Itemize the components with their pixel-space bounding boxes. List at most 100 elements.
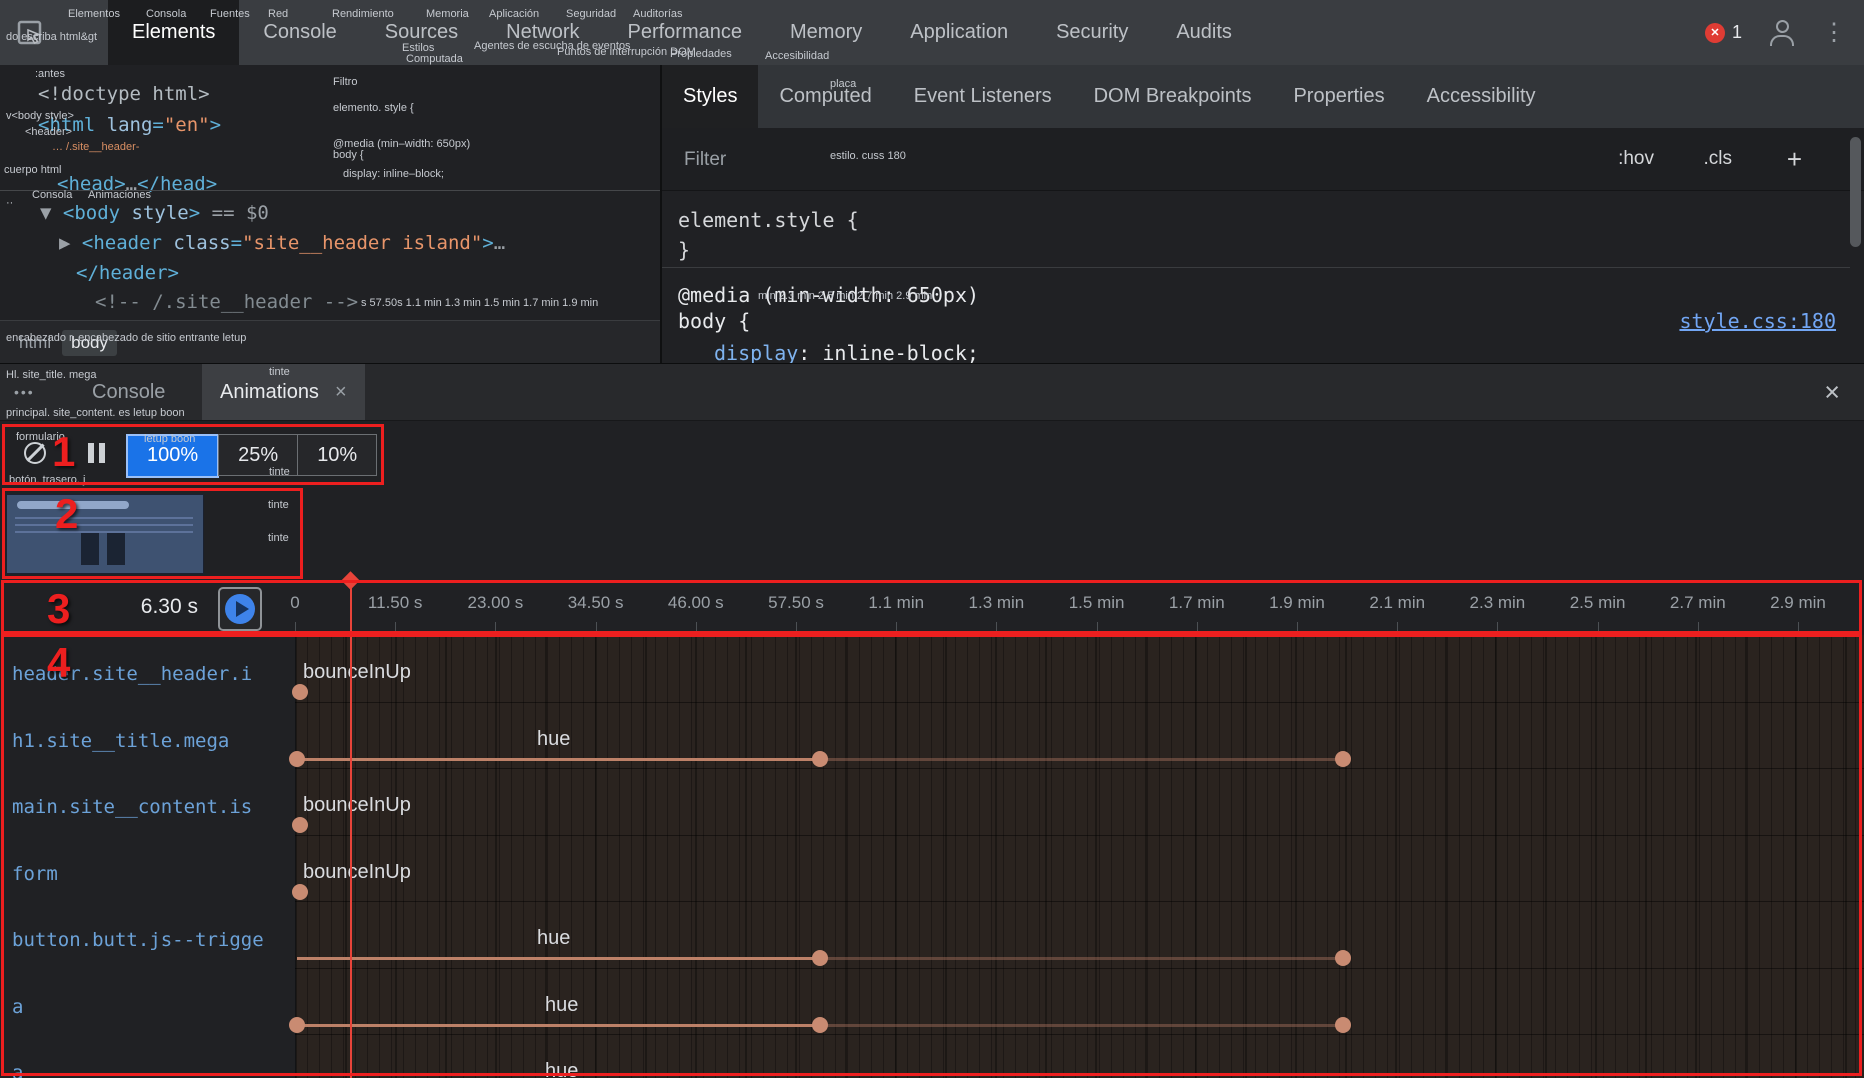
menu-icon[interactable]: ⋮ <box>1822 23 1846 43</box>
styles-tab-styles[interactable]: Styles <box>662 65 758 128</box>
dom-line[interactable]: <html lang="en"> <box>38 114 221 136</box>
dom-token: ▶ <box>59 232 82 254</box>
keyframe-dot[interactable] <box>292 684 308 700</box>
elements-panel: <!doctype html> <html lang="en"> <head>…</… <box>0 65 660 363</box>
dom-line[interactable]: </header> <box>76 262 179 284</box>
toolbar-tab-security[interactable]: Security <box>1032 0 1152 65</box>
keyframe-dot[interactable] <box>292 817 308 833</box>
dom-token: <html <box>38 114 95 136</box>
dom-line[interactable]: <head>…</head> <box>57 173 217 195</box>
toolbar-tab-memory[interactable]: Memory <box>766 0 886 65</box>
styles-scrollbar[interactable] <box>1850 137 1861 247</box>
anim-row-node-name[interactable]: header.site__header.i <box>12 663 292 685</box>
toolbar-tab-application[interactable]: Application <box>886 0 1032 65</box>
keyframe-dot[interactable] <box>1335 950 1351 966</box>
animation-track <box>297 957 820 960</box>
remote-devices-icon[interactable] <box>1770 20 1794 46</box>
dom-token: > <box>210 114 221 136</box>
drawer-close-icon[interactable]: × <box>1824 364 1840 420</box>
styles-tab-properties[interactable]: Properties <box>1272 65 1405 128</box>
styles-tab-computed[interactable]: Computed <box>758 65 892 128</box>
toolbar-tab-sources[interactable]: Sources <box>361 0 482 65</box>
keyframe-dot[interactable] <box>812 1017 828 1033</box>
toolbar-right: ✕ 1 ⋮ <box>1705 0 1846 65</box>
anim-row-node-name[interactable]: a <box>12 1062 292 1078</box>
ruler-tick-mark <box>996 622 997 635</box>
ruler-tick-mark <box>1598 622 1599 635</box>
keyframe-dot[interactable] <box>289 1017 305 1033</box>
toolbar-tab-console[interactable]: Console <box>239 0 360 65</box>
keyframe-dot[interactable] <box>289 751 305 767</box>
dom-line[interactable]: <!doctype html> <box>38 83 210 105</box>
playback-rate-group: 100%25%10% <box>127 434 377 478</box>
drawer-tab-console[interactable]: Console <box>92 364 165 420</box>
anim-row-node-name[interactable]: a <box>12 996 292 1018</box>
element-style-close-text: } <box>678 238 690 262</box>
styles-tab-dom-breakpoints[interactable]: DOM Breakpoints <box>1073 65 1273 128</box>
css-declaration[interactable]: display: inline-block; <box>714 341 979 363</box>
dom-token: > <box>482 232 493 254</box>
ruler-tick-label: 23.00 s <box>468 593 524 613</box>
keyframe-dot[interactable] <box>812 950 828 966</box>
animation-screenshot-preview[interactable] <box>6 494 204 574</box>
playback-rate-25pct[interactable]: 25% <box>218 434 298 476</box>
ruler-tick-label: 11.50 s <box>368 593 423 613</box>
toolbar-tab-audits[interactable]: Audits <box>1152 0 1256 65</box>
breadcrumb-item-html[interactable]: html <box>10 330 60 356</box>
anim-rows: header.site__header.ibounceInUph1.site__… <box>0 635 1864 1078</box>
anim-row-node-name[interactable]: main.site__content.is <box>12 796 292 818</box>
current-time-label: 6.30 s <box>60 595 198 619</box>
play-icon <box>225 594 255 624</box>
toolbar-tab-performance[interactable]: Performance <box>604 0 767 65</box>
ruler-tick-label: 2.1 min <box>1369 593 1425 613</box>
dom-line[interactable]: <!-- /.site__header --> <box>95 291 358 313</box>
divider-artifact <box>0 190 660 191</box>
drawer-overflow-icon[interactable]: ••• <box>14 384 35 400</box>
playback-rate-10pct[interactable]: 10% <box>297 434 377 476</box>
drawer-tab-animations[interactable]: Animations × <box>202 364 365 420</box>
dom-line[interactable]: ▼ <body style> == $0 <box>40 202 269 224</box>
dom-token: </head> <box>137 173 217 195</box>
breadcrumb-item-body[interactable]: body <box>62 330 117 356</box>
ruler-tick-mark <box>796 622 797 635</box>
breadcrumb: htmlbody <box>0 320 660 363</box>
element-style-open[interactable]: element.style { <box>678 208 859 232</box>
keyframe-dot[interactable] <box>292 884 308 900</box>
keyframe-dot[interactable] <box>1335 751 1351 767</box>
ruler-tick-label: 0 <box>290 593 299 613</box>
styles-tab-accessibility[interactable]: Accessibility <box>1406 65 1557 128</box>
anim-row-node-name[interactable]: h1.site__title.mega <box>12 730 292 752</box>
styles-tab-event-listeners[interactable]: Event Listeners <box>893 65 1073 128</box>
inspect-icon[interactable] <box>16 19 44 47</box>
error-badge[interactable]: ✕ 1 <box>1705 22 1742 43</box>
ruler-tick-label: 34.50 s <box>568 593 624 613</box>
body-selector[interactable]: body { <box>678 309 750 333</box>
cls-toggle[interactable]: .cls <box>1704 128 1733 190</box>
playback-rate-100pct[interactable]: 100% <box>126 434 219 478</box>
replay-button[interactable] <box>218 587 262 631</box>
styles-filter-input[interactable] <box>682 141 1326 179</box>
anim-row-node-name[interactable]: form <box>12 863 292 885</box>
dom-token: </header> <box>76 262 179 284</box>
dom-token: = <box>152 114 163 136</box>
styles-filter-row: :hov .cls + <box>662 128 1864 191</box>
ruler-tick-mark <box>696 622 697 635</box>
source-link[interactable]: style.css:180 <box>1679 309 1836 333</box>
tab-close-icon[interactable]: × <box>335 381 347 404</box>
pause-all-icon[interactable] <box>88 443 94 463</box>
clear-all-icon[interactable] <box>24 442 46 464</box>
animation-name-label: hue <box>537 728 570 751</box>
toolbar-tab-network[interactable]: Network <box>482 0 603 65</box>
hov-toggle[interactable]: :hov <box>1618 128 1654 190</box>
preview-title-bar <box>17 501 129 509</box>
anim-row-node-name[interactable]: button.butt.js--trigge <box>12 929 292 951</box>
styles-tabs: StylesComputedEvent ListenersDOM Breakpo… <box>662 65 1864 129</box>
keyframe-dot[interactable] <box>1335 1017 1351 1033</box>
keyframe-dot[interactable] <box>812 751 828 767</box>
timeline-scrubber[interactable] <box>350 580 352 1078</box>
dom-line[interactable]: ▶ <header class="site__header island">… <box>59 232 505 254</box>
preview-text-line <box>15 531 193 533</box>
toolbar-tab-elements[interactable]: Elements <box>108 0 239 65</box>
new-rule-button[interactable]: + <box>1787 128 1802 190</box>
media-rule: @media (min-width: 650px) <box>678 283 979 307</box>
